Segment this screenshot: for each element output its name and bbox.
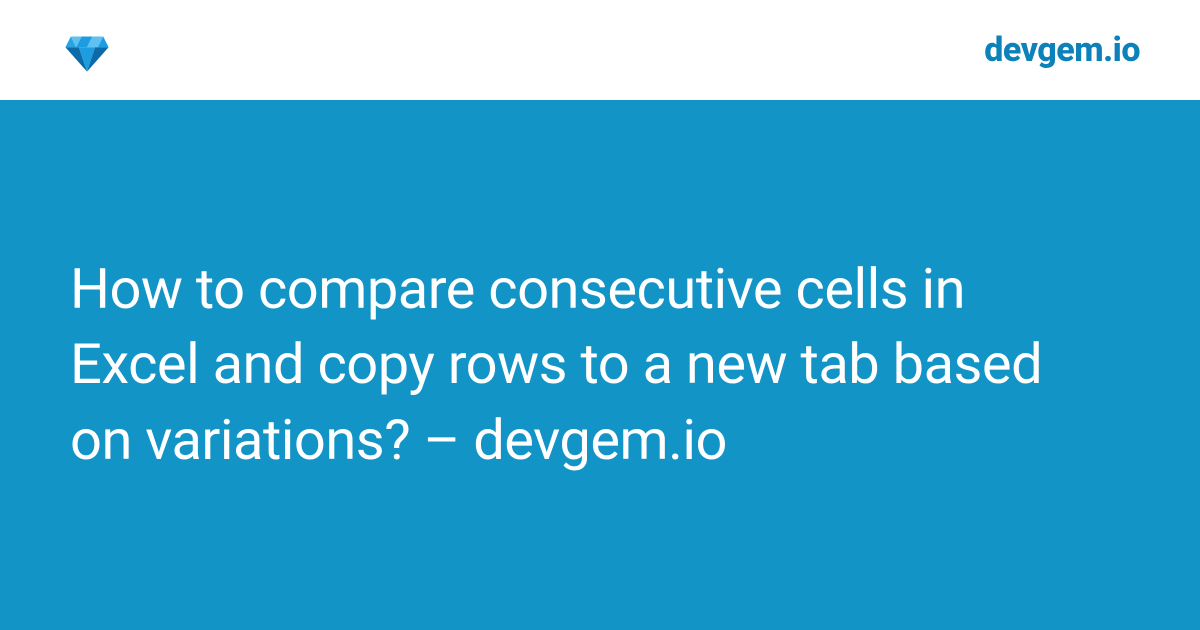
page-title: How to compare consecutive cells in Exce… (70, 252, 1070, 479)
brand-name: devgem.io (984, 30, 1140, 70)
gem-icon (60, 23, 114, 77)
header: devgem.io (0, 0, 1200, 100)
hero-section: How to compare consecutive cells in Exce… (0, 100, 1200, 630)
